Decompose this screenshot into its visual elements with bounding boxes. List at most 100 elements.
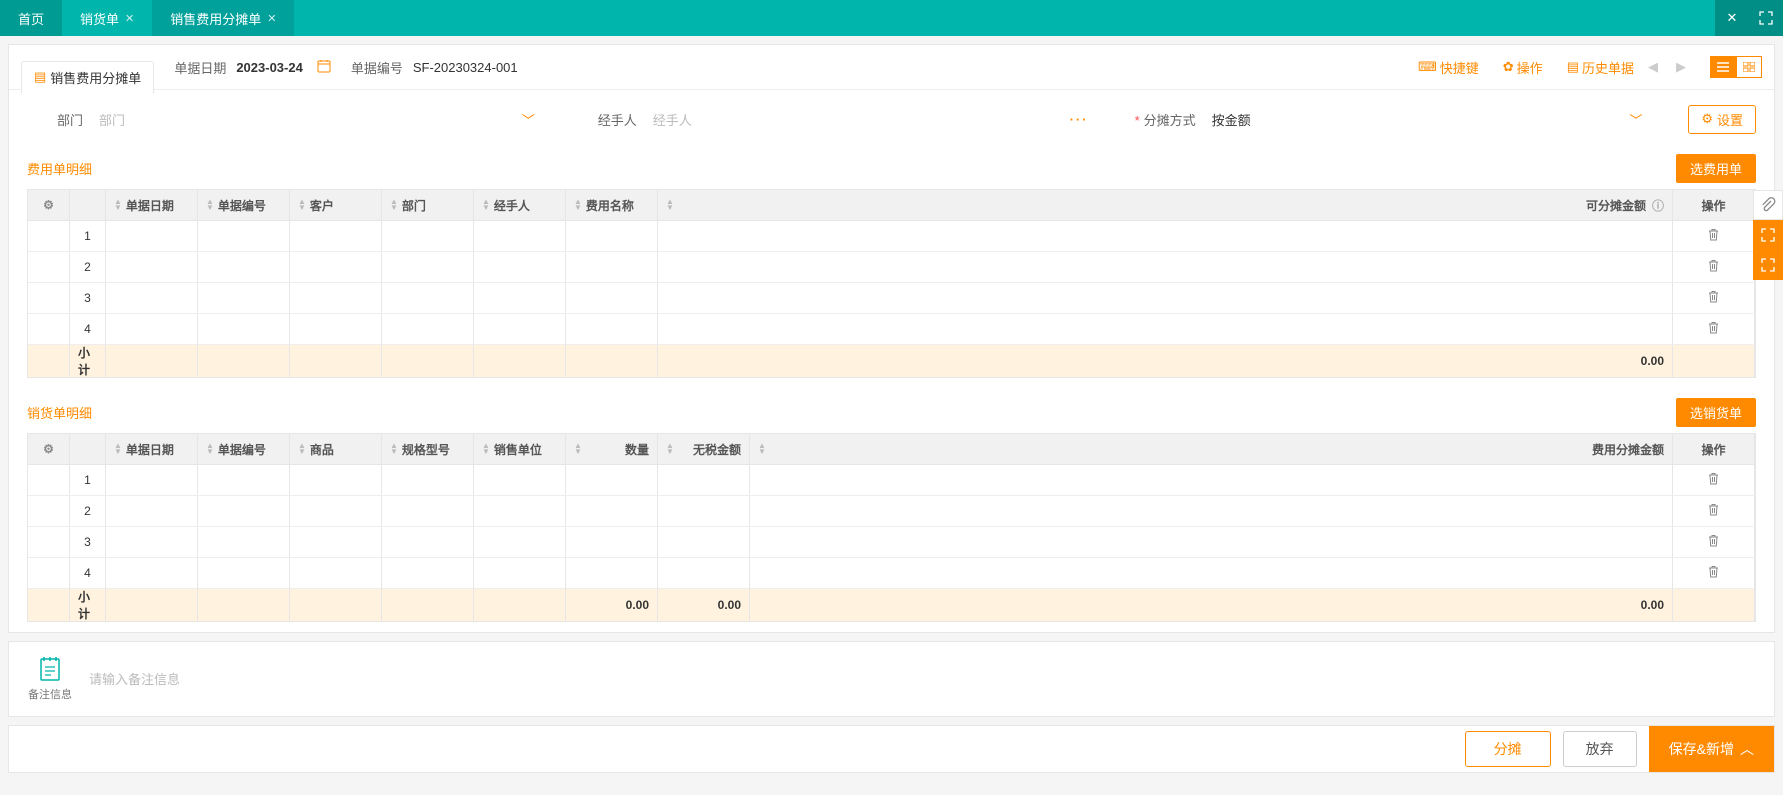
table-row[interactable]: 4 <box>28 314 1755 345</box>
close-icon[interactable]: ✕ <box>125 12 134 25</box>
col-spec[interactable]: ▲▼规格型号 <box>382 434 474 464</box>
col-unit[interactable]: ▲▼销售单位 <box>474 434 566 464</box>
delete-icon[interactable] <box>1707 321 1720 337</box>
calendar-icon[interactable] <box>317 59 331 76</box>
col-ops: 操作 <box>1673 434 1755 464</box>
qty-total: 0.00 <box>566 589 658 621</box>
grid-icon <box>1743 62 1755 72</box>
footer-bar: 分摊 放弃 保存&新增 ︿ <box>8 725 1775 773</box>
table-row[interactable]: 1 <box>28 221 1755 252</box>
col-dept[interactable]: ▲▼部门 <box>382 190 474 220</box>
tab-label: 销售费用分摊单 <box>170 9 261 28</box>
row-number: 4 <box>70 314 106 344</box>
top-tab-bar: 首页 销货单 ✕ 销售费用分摊单 ✕ ✕ <box>0 0 1783 36</box>
col-code[interactable]: ▲▼单据编号 <box>198 434 290 464</box>
col-handler[interactable]: ▲▼经手人 <box>474 190 566 220</box>
delete-icon[interactable] <box>1707 228 1720 244</box>
dept-field: 部门 部门 ﹀ <box>27 104 541 134</box>
help-icon[interactable]: ⓘ <box>1652 197 1664 214</box>
close-icon[interactable]: ✕ <box>267 12 276 25</box>
row-number: 1 <box>70 221 106 251</box>
ops-button[interactable]: ✿操作 <box>1503 58 1543 77</box>
remark-input[interactable] <box>89 672 1758 687</box>
page-tab-label: 销售费用分摊单 <box>50 68 141 87</box>
row-number: 4 <box>70 558 106 588</box>
keyboard-icon: ⌨ <box>1418 59 1437 75</box>
tab-sales-fee-alloc[interactable]: 销售费用分摊单 ✕ <box>152 0 294 36</box>
rownum-column <box>70 434 106 464</box>
section2-title: 销货单明细 <box>27 403 92 422</box>
main-panel: ▤ 销售费用分摊单 单据日期 2023-03-24 单据编号 SF-202303… <box>8 44 1775 633</box>
col-code[interactable]: ▲▼单据编号 <box>198 190 290 220</box>
method-select[interactable]: 按金额 ﹀ <box>1206 104 1649 134</box>
delete-icon[interactable] <box>1707 565 1720 581</box>
dept-placeholder: 部门 <box>99 110 125 129</box>
table-row[interactable]: 3 <box>28 283 1755 314</box>
expand-button-2[interactable] <box>1753 250 1783 280</box>
shortcut-button[interactable]: ⌨快捷键 <box>1418 58 1479 77</box>
table-row[interactable]: 2 <box>28 496 1755 527</box>
table-row[interactable]: 4 <box>28 558 1755 589</box>
view-grid-button[interactable] <box>1736 56 1762 78</box>
row-number: 1 <box>70 465 106 495</box>
sort-icon: ▲▼ <box>390 199 398 211</box>
select-fee-bill-button[interactable]: 选费用单 <box>1676 154 1756 183</box>
delete-icon[interactable] <box>1707 259 1720 275</box>
view-toggle <box>1710 56 1762 78</box>
settings-button[interactable]: ⚙ 设置 <box>1688 105 1756 134</box>
history-button[interactable]: ▤历史单据 <box>1567 58 1634 77</box>
document-icon: ▤ <box>34 69 46 85</box>
col-amount[interactable]: ▲▼无税金额 <box>658 434 750 464</box>
col-date[interactable]: ▲▼单据日期 <box>106 434 198 464</box>
allocate-button[interactable]: 分摊 <box>1465 731 1551 767</box>
subtotal-value: 0.00 <box>658 345 1673 377</box>
fee-table-head: ⚙ ▲▼单据日期 ▲▼单据编号 ▲▼客户 ▲▼部门 ▲▼经手人 ▲▼费用名称 ▲… <box>28 190 1755 221</box>
discard-button[interactable]: 放弃 <box>1563 731 1637 767</box>
handler-select[interactable]: 经手人 ··· <box>647 104 1095 134</box>
table-row[interactable]: 2 <box>28 252 1755 283</box>
chevron-up-icon: ︿ <box>1740 739 1754 759</box>
delete-icon[interactable] <box>1707 503 1720 519</box>
table-row[interactable]: 3 <box>28 527 1755 558</box>
sort-icon: ▲▼ <box>574 443 582 455</box>
select-sales-bill-button[interactable]: 选销货单 <box>1676 398 1756 427</box>
table-row[interactable]: 1 <box>28 465 1755 496</box>
sort-icon: ▲▼ <box>114 199 122 211</box>
view-list-button[interactable] <box>1710 56 1736 78</box>
gear-column[interactable]: ⚙ <box>28 190 70 220</box>
col-customer[interactable]: ▲▼客户 <box>290 190 382 220</box>
delete-icon[interactable] <box>1707 472 1720 488</box>
gear-icon: ⚙ <box>43 442 54 456</box>
paperclip-icon <box>1760 197 1776 213</box>
attachment-button[interactable] <box>1753 190 1783 220</box>
form-row: 部门 部门 ﹀ 经手人 经手人 ··· 分摊方式 按金额 ﹀ ⚙ 设置 <box>9 89 1774 148</box>
col-qty[interactable]: ▲▼数量 <box>566 434 658 464</box>
fullscreen-icon <box>1759 11 1773 25</box>
date-value[interactable]: 2023-03-24 <box>236 60 303 75</box>
col-amount[interactable]: ▲▼可分摊金额ⓘ <box>658 190 1673 220</box>
save-and-new-button[interactable]: 保存&新增 ︿ <box>1649 726 1774 772</box>
tab-sales-order[interactable]: 销货单 ✕ <box>62 0 152 36</box>
dept-select[interactable]: 部门 ﹀ <box>93 104 541 134</box>
remark-panel: 备注信息 <box>8 641 1775 717</box>
window-close-button[interactable]: ✕ <box>1715 0 1749 36</box>
col-product[interactable]: ▲▼商品 <box>290 434 382 464</box>
tab-home[interactable]: 首页 <box>0 0 62 36</box>
delete-icon[interactable] <box>1707 290 1720 306</box>
expand-button-1[interactable] <box>1753 220 1783 250</box>
page-tab[interactable]: ▤ 销售费用分摊单 <box>21 61 154 94</box>
sales-table-head: ⚙ ▲▼单据日期 ▲▼单据编号 ▲▼商品 ▲▼规格型号 ▲▼销售单位 ▲▼数量 … <box>28 434 1755 465</box>
col-date[interactable]: ▲▼单据日期 <box>106 190 198 220</box>
gear-column[interactable]: ⚙ <box>28 434 70 464</box>
remark-icon-block: 备注信息 <box>25 656 75 702</box>
history-icon: ▤ <box>1567 59 1579 75</box>
dept-label: 部门 <box>27 110 83 129</box>
window-fullscreen-button[interactable] <box>1749 0 1783 36</box>
sort-icon: ▲▼ <box>666 443 674 455</box>
fee-subtotal-row: 小计 0.00 <box>28 345 1755 377</box>
method-field: 分摊方式 按金额 ﹀ <box>1135 104 1649 134</box>
col-feename[interactable]: ▲▼费用名称 <box>566 190 658 220</box>
delete-icon[interactable] <box>1707 534 1720 550</box>
code-label: 单据编号 <box>351 58 403 77</box>
col-alloc[interactable]: ▲▼费用分摊金额 <box>750 434 1673 464</box>
